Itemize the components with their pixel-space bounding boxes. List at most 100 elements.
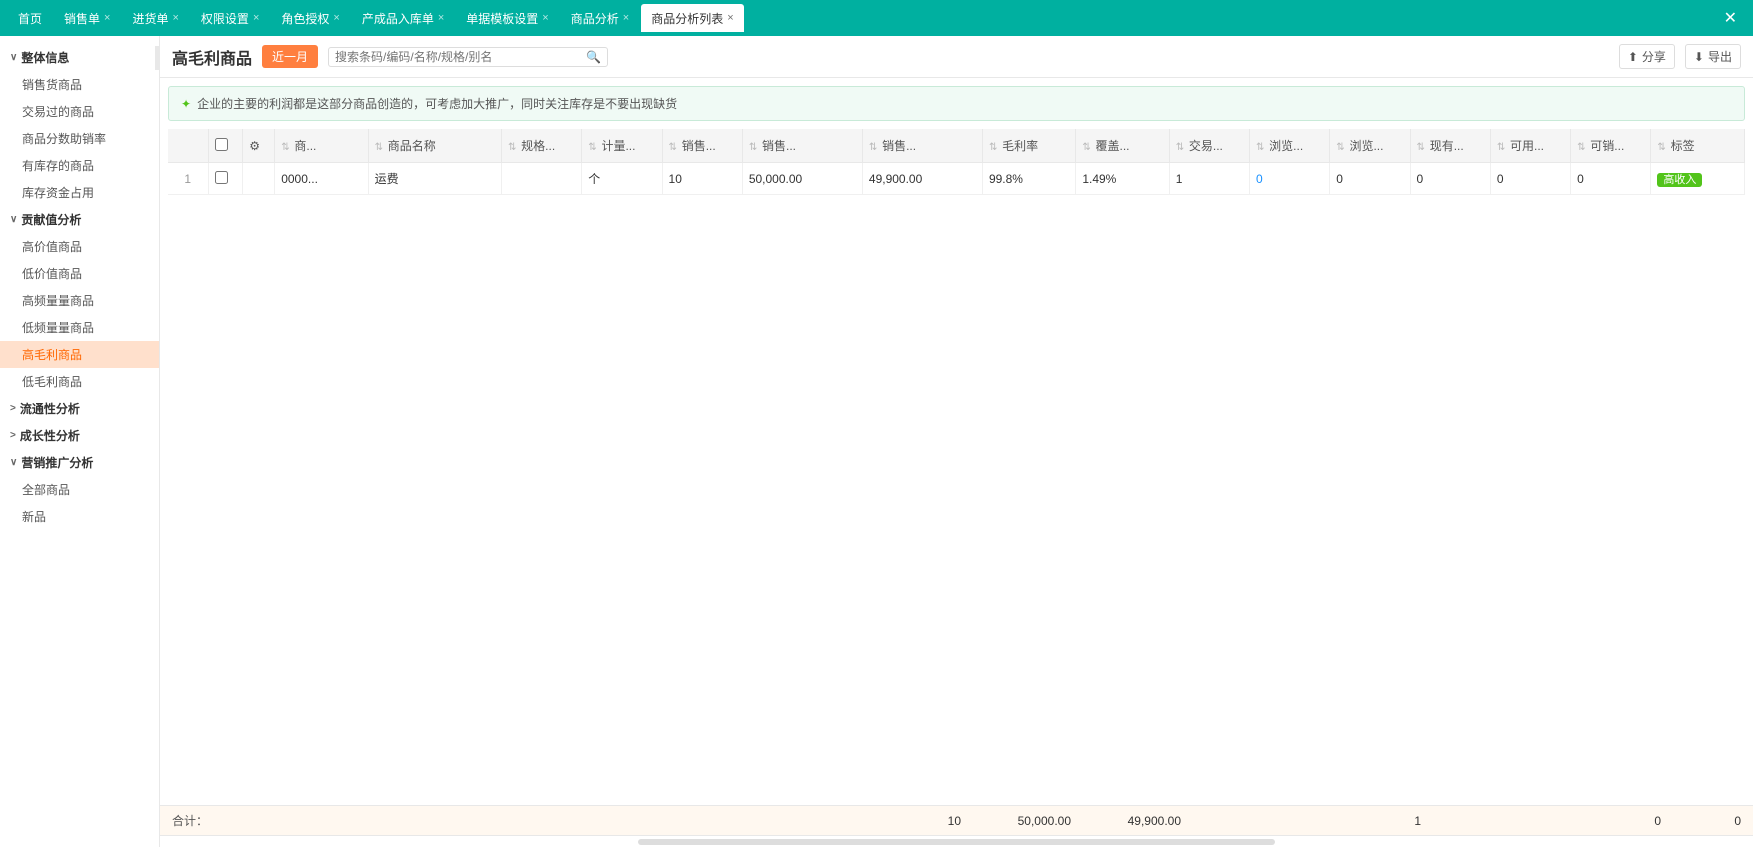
col-tag[interactable]: ⇅ 标签 <box>1651 129 1745 163</box>
nav-tab-label: 单据模板设置 <box>466 10 538 27</box>
col-name[interactable]: ⇅ 商品名称 <box>368 129 501 163</box>
nav-tab-close[interactable]: × <box>438 12 444 24</box>
nav-tab-close[interactable]: × <box>172 12 178 24</box>
col-header-label: 计量... <box>601 139 635 153</box>
time-filter-button[interactable]: 近一月 <box>262 45 318 68</box>
row-name: 运费 <box>368 163 501 195</box>
sidebar-group-header-marketing-analysis[interactable]: ∨营销推广分析 <box>0 449 159 476</box>
col-checkbox[interactable] <box>208 129 243 163</box>
nav-tab-close[interactable]: × <box>623 12 629 24</box>
col-trade[interactable]: ⇅ 交易... <box>1169 129 1249 163</box>
sidebar-item-low-margin[interactable]: 低毛利商品 <box>0 368 159 395</box>
row-browse1-link[interactable]: 0 <box>1256 172 1263 186</box>
sidebar-group-arrow: ∨ <box>10 214 17 225</box>
col-coverage[interactable]: ⇅ 覆盖... <box>1076 129 1169 163</box>
row-trade: 1 <box>1169 163 1249 195</box>
data-table-container[interactable]: ⚙⇅ 商...⇅ 商品名称⇅ 规格...⇅ 计量...⇅ 销售...⇅ 销售..… <box>168 129 1745 805</box>
row-sales-qty: 10 <box>662 163 742 195</box>
sort-icon: ⇅ <box>1577 142 1588 153</box>
sidebar-group-header-flow-analysis[interactable]: >流通性分析 <box>0 395 159 422</box>
bottom-scrollbar[interactable] <box>160 835 1753 847</box>
nav-tab-home[interactable]: 首页 <box>8 4 52 32</box>
col-browse2[interactable]: ⇅ 浏览... <box>1330 129 1410 163</box>
sidebar-item-high-margin[interactable]: 高毛利商品 <box>0 341 159 368</box>
share-icon: ⬆ <box>1628 50 1638 64</box>
row-coverage: 1.49% <box>1076 163 1169 195</box>
row-saleable: 0 <box>1571 163 1651 195</box>
nav-tab-purchase[interactable]: 进货单× <box>122 4 188 32</box>
header-checkbox[interactable] <box>215 138 228 151</box>
sort-icon: ⇅ <box>1256 142 1267 153</box>
sort-icon: ⇅ <box>508 142 519 153</box>
sidebar-group-header-treasure-analysis[interactable]: ∨贡献值分析 <box>0 206 159 233</box>
nav-tab-template[interactable]: 单据模板设置 × <box>456 4 558 32</box>
row-unit: 个 <box>582 163 662 195</box>
sidebar-item-traded-goods[interactable]: 交易过的商品 <box>0 98 159 125</box>
sidebar-collapse-button[interactable]: « <box>155 46 160 70</box>
info-icon: ✦ <box>181 97 191 111</box>
col-margin[interactable]: ⇅ 毛利率 <box>982 129 1075 163</box>
sidebar-group-header-growth-analysis[interactable]: >成长性分析 <box>0 422 159 449</box>
nav-tab-close[interactable]: × <box>253 12 259 24</box>
nav-tab-analysis[interactable]: 商品分析× <box>561 4 639 32</box>
col-available2[interactable]: ⇅ 可用... <box>1490 129 1570 163</box>
row-checkbox-input[interactable] <box>215 171 228 184</box>
sidebar-item-goods-score[interactable]: 商品分数助销率 <box>0 125 159 152</box>
col-sales-amount[interactable]: ⇅ 销售... <box>742 129 862 163</box>
sidebar-item-in-stock[interactable]: 有库存的商品 <box>0 152 159 179</box>
col-code[interactable]: ⇅ 商... <box>275 129 368 163</box>
nav-tab-product-storage[interactable]: 产成品入库单× <box>352 4 454 32</box>
sidebar-item-stock-capital[interactable]: 库存资金占用 <box>0 179 159 206</box>
sidebar-group-label: 整体信息 <box>21 49 69 66</box>
row-code: 0000... <box>275 163 368 195</box>
share-button[interactable]: ⬆ 分享 <box>1619 44 1675 69</box>
col-header-label: 规格... <box>521 139 555 153</box>
window-close-button[interactable]: ✕ <box>1716 8 1745 28</box>
search-icon[interactable]: 🔍 <box>586 50 601 64</box>
sidebar-item-low-value[interactable]: 低价值商品 <box>0 260 159 287</box>
sort-icon: ⇅ <box>1336 142 1347 153</box>
nav-tab-analysis-list[interactable]: 商品分析列表× <box>641 4 743 32</box>
col-header-label: 浏览... <box>1269 139 1303 153</box>
col-settings[interactable]: ⚙ <box>243 129 275 163</box>
row-empty <box>243 163 275 195</box>
sidebar-item-sales-goods[interactable]: 销售货商品 <box>0 71 159 98</box>
sidebar-item-high-value[interactable]: 高价值商品 <box>0 233 159 260</box>
col-header-label: 浏览... <box>1349 139 1383 153</box>
row-browse1[interactable]: 0 <box>1249 163 1329 195</box>
nav-tab-close[interactable]: × <box>727 12 733 24</box>
sidebar-item-low-freq[interactable]: 低频量量商品 <box>0 314 159 341</box>
sort-icon: ⇅ <box>281 142 292 153</box>
nav-tab-role[interactable]: 角色授权 × <box>271 4 349 32</box>
nav-tab-permission[interactable]: 权限设置× <box>191 4 269 32</box>
export-button[interactable]: ⬇ 导出 <box>1685 44 1741 69</box>
sidebar-item-all-goods[interactable]: 全部商品 <box>0 476 159 503</box>
sidebar-group-label: 营销推广分析 <box>21 454 93 471</box>
sidebar-group-overview: ∨整体信息销售货商品交易过的商品商品分数助销率有库存的商品库存资金占用 <box>0 44 159 206</box>
sidebar-item-high-freq[interactable]: 高频量量商品 <box>0 287 159 314</box>
nav-tab-close[interactable]: × <box>333 12 339 24</box>
nav-tab-close[interactable]: × <box>542 12 548 24</box>
col-header-label: 现有... <box>1430 139 1464 153</box>
sidebar-group-header-overview[interactable]: ∨整体信息 <box>0 44 159 71</box>
col-available1[interactable]: ⇅ 现有... <box>1410 129 1490 163</box>
table-row: 10000...运费个1050,000.0049,900.0099.8%1.49… <box>168 163 1745 195</box>
nav-tab-label: 角色授权 <box>281 10 329 27</box>
col-header-label: 交易... <box>1189 139 1223 153</box>
col-sales-qty[interactable]: ⇅ 销售... <box>662 129 742 163</box>
col-spec[interactable]: ⇅ 规格... <box>501 129 581 163</box>
col-browse1[interactable]: ⇅ 浏览... <box>1249 129 1329 163</box>
nav-tab-sales[interactable]: 销售单× <box>54 4 120 32</box>
nav-tab-close[interactable]: × <box>104 12 110 24</box>
footer-sales-cost: 49,900.00 <box>1091 814 1181 828</box>
col-unit[interactable]: ⇅ 计量... <box>582 129 662 163</box>
col-header-label: 可销... <box>1590 139 1624 153</box>
search-input[interactable] <box>335 50 586 64</box>
col-saleable[interactable]: ⇅ 可销... <box>1571 129 1651 163</box>
sidebar-item-new-goods[interactable]: 新品 <box>0 503 159 530</box>
sidebar: « ∨整体信息销售货商品交易过的商品商品分数助销率有库存的商品库存资金占用∨贡献… <box>0 36 160 847</box>
sidebar-group-label: 成长性分析 <box>20 427 80 444</box>
col-header-label: 销售... <box>762 139 796 153</box>
row-checkbox[interactable] <box>208 163 243 195</box>
col-sales-cost[interactable]: ⇅ 销售... <box>862 129 982 163</box>
